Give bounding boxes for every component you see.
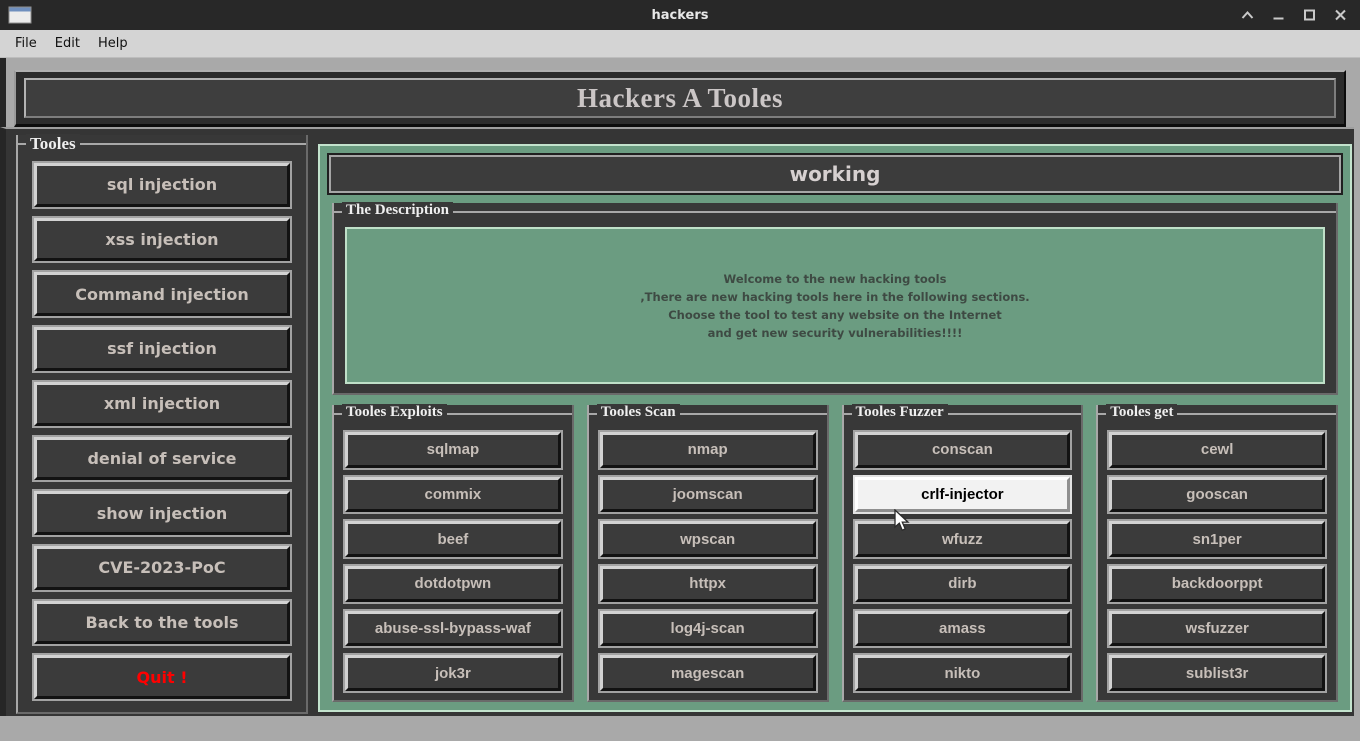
- maximize-icon[interactable]: [1302, 9, 1317, 21]
- tool-button-gooscan[interactable]: gooscan: [1109, 476, 1325, 513]
- tool-button-dotdotpwn[interactable]: dotdotpwn: [345, 566, 561, 602]
- app-content: Hackers A Tooles Tooles sql injection xs…: [0, 58, 1360, 741]
- tool-button-conscan[interactable]: conscan: [854, 432, 1071, 468]
- page-title: Hackers A Tooles: [576, 82, 784, 113]
- description-textbox: Welcome to the new hacking tools ,There …: [345, 227, 1325, 384]
- menu-edit[interactable]: Edit: [46, 32, 89, 55]
- tool-button-abuse-ssl-bypass-waf[interactable]: abuse-ssl-bypass-waf: [345, 610, 561, 647]
- sidebar-button-show-injection[interactable]: show injection: [34, 491, 290, 535]
- tool-button-beef[interactable]: beef: [345, 521, 561, 558]
- sidebar-tooles: Tooles sql injection xss injection Comma…: [16, 134, 308, 714]
- tool-button-commix[interactable]: commix: [345, 476, 561, 513]
- tool-button-sublist3r[interactable]: sublist3r: [1109, 655, 1325, 692]
- menubar: File Edit Help: [0, 30, 1360, 58]
- description-legend: The Description: [342, 202, 453, 219]
- column-tooles-fuzzer: Tooles Fuzzer conscan crlf-injector wfuz…: [841, 404, 1084, 702]
- shade-icon[interactable]: [1240, 9, 1255, 21]
- column-legend: Tooles Fuzzer: [851, 404, 948, 421]
- sidebar-button-back-to-tools[interactable]: Back to the tools: [34, 600, 290, 645]
- tool-button-amass[interactable]: amass: [854, 610, 1071, 647]
- window-title: hackers: [651, 7, 709, 23]
- sidebar-button-ssf-injection[interactable]: ssf injection: [34, 327, 290, 371]
- description-frame: The Description Welcome to the new hacki…: [332, 202, 1338, 395]
- tool-button-sn1per[interactable]: sn1per: [1109, 521, 1325, 558]
- tool-button-magescan[interactable]: magescan: [599, 655, 816, 692]
- tool-button-joomscan[interactable]: joomscan: [599, 476, 816, 513]
- column-tooles-get: Tooles get cewl gooscan sn1per backdoorp…: [1096, 404, 1338, 702]
- description-line: Choose the tool to test any website on t…: [668, 307, 1002, 322]
- working-title: working: [789, 162, 881, 186]
- tool-button-backdoorppt[interactable]: backdoorppt: [1109, 566, 1325, 602]
- app-header: Hackers A Tooles: [14, 70, 1346, 127]
- column-legend: Tooles get: [1106, 404, 1178, 421]
- column-tooles-exploits: Tooles Exploits sqlmap commix beef dotdo…: [332, 404, 574, 702]
- sidebar-button-xml-injection[interactable]: xml injection: [34, 381, 290, 426]
- body-frame: Tooles sql injection xss injection Comma…: [0, 127, 1354, 716]
- column-legend: Tooles Exploits: [342, 404, 447, 421]
- sidebar-button-denial-of-service[interactable]: denial of service: [34, 436, 290, 481]
- menu-help[interactable]: Help: [89, 32, 137, 55]
- column-legend: Tooles Scan: [596, 404, 680, 421]
- sidebar-button-sql-injection[interactable]: sql injection: [34, 163, 290, 207]
- titlebar: hackers: [0, 0, 1360, 30]
- tool-columns: Tooles Exploits sqlmap commix beef dotdo…: [332, 404, 1338, 702]
- tool-button-wsfuzzer[interactable]: wsfuzzer: [1109, 610, 1325, 647]
- tool-button-nikto[interactable]: nikto: [854, 655, 1071, 692]
- minimize-icon[interactable]: [1271, 9, 1286, 21]
- sidebar-button-xss-injection[interactable]: xss injection: [34, 217, 290, 262]
- tool-button-cewl[interactable]: cewl: [1109, 432, 1325, 468]
- sidebar-legend: Tooles: [26, 134, 80, 154]
- sidebar-button-command-injection[interactable]: Command injection: [34, 272, 290, 317]
- description-line: and get new security vulnerabilities!!!!: [707, 325, 963, 340]
- tool-button-log4j-scan[interactable]: log4j-scan: [599, 610, 816, 647]
- tool-button-httpx[interactable]: httpx: [599, 566, 816, 602]
- tool-button-jok3r[interactable]: jok3r: [345, 655, 561, 692]
- tool-button-sqlmap[interactable]: sqlmap: [345, 432, 561, 468]
- tool-button-crlf-injector[interactable]: crlf-injector: [854, 476, 1071, 513]
- tool-button-wfuzz[interactable]: wfuzz: [854, 521, 1071, 558]
- close-icon[interactable]: [1333, 9, 1348, 21]
- description-line: ,There are new hacking tools here in the…: [640, 289, 1030, 304]
- tool-button-nmap[interactable]: nmap: [599, 432, 816, 468]
- window-icon: [8, 6, 32, 24]
- sidebar-button-cve-2023-poc[interactable]: CVE-2023-PoC: [34, 545, 290, 590]
- working-panel: working The Description Welcome to the n…: [318, 144, 1352, 712]
- column-tooles-scan: Tooles Scan nmap joomscan wpscan httpx l…: [586, 404, 829, 702]
- menu-file[interactable]: File: [6, 32, 46, 55]
- working-header: working: [329, 155, 1341, 193]
- sidebar-button-quit[interactable]: Quit !: [34, 655, 290, 700]
- tool-button-dirb[interactable]: dirb: [854, 566, 1071, 602]
- tool-button-wpscan[interactable]: wpscan: [599, 521, 816, 558]
- description-line: Welcome to the new hacking tools: [723, 271, 947, 286]
